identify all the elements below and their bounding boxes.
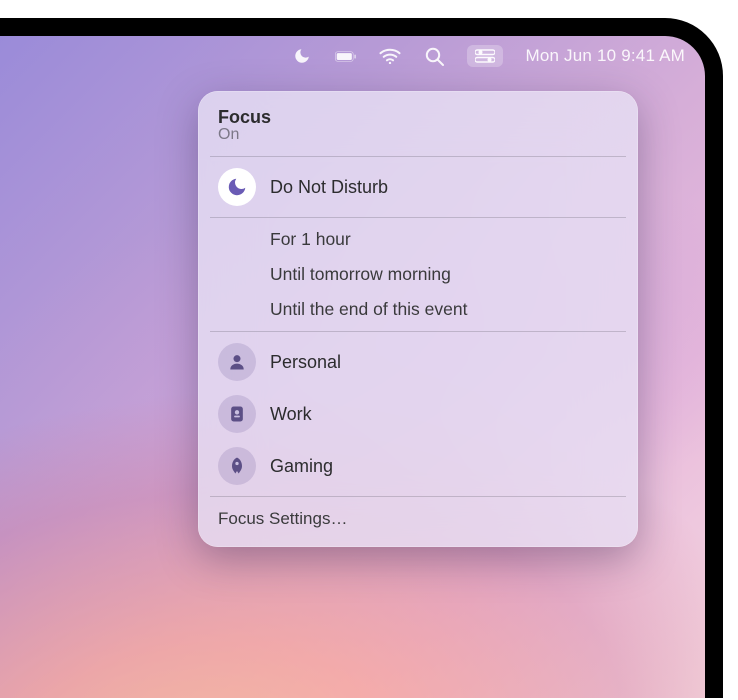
menubar-clock[interactable]: Mon Jun 10 9:41 AM [525,46,685,66]
divider [210,156,626,157]
duration-label: Until tomorrow morning [270,264,451,285]
dnd-label: Do Not Disturb [270,177,388,198]
divider [210,331,626,332]
menubar: Mon Jun 10 9:41 AM [0,36,705,76]
focus-panel: Focus On Do Not Disturb For 1 hour Until… [198,91,638,547]
person-icon [218,343,256,381]
duration-label: Until the end of this event [270,299,467,320]
control-center-icon[interactable] [467,45,503,67]
duration-one-hour[interactable]: For 1 hour [198,222,638,257]
rocket-icon [218,447,256,485]
divider [210,217,626,218]
focus-mode-personal[interactable]: Personal [198,336,638,388]
panel-status: On [218,126,618,144]
duration-tomorrow-morning[interactable]: Until tomorrow morning [198,257,638,292]
mode-label: Personal [270,352,341,373]
battery-icon[interactable] [335,45,357,67]
panel-header: Focus On [198,105,638,152]
focus-mode-do-not-disturb[interactable]: Do Not Disturb [198,161,638,213]
focus-menubar-icon[interactable] [291,45,313,67]
divider [210,496,626,497]
duration-event-end[interactable]: Until the end of this event [198,292,638,327]
focus-mode-gaming[interactable]: Gaming [198,440,638,492]
mode-label: Gaming [270,456,333,477]
moon-icon [218,168,256,206]
panel-title: Focus [218,107,618,128]
badge-icon [218,395,256,433]
mode-label: Work [270,404,312,425]
spotlight-search-icon[interactable] [423,45,445,67]
focus-mode-work[interactable]: Work [198,388,638,440]
duration-label: For 1 hour [270,229,351,250]
settings-label: Focus Settings… [218,509,347,528]
focus-settings-link[interactable]: Focus Settings… [198,501,638,537]
wifi-icon[interactable] [379,45,401,67]
